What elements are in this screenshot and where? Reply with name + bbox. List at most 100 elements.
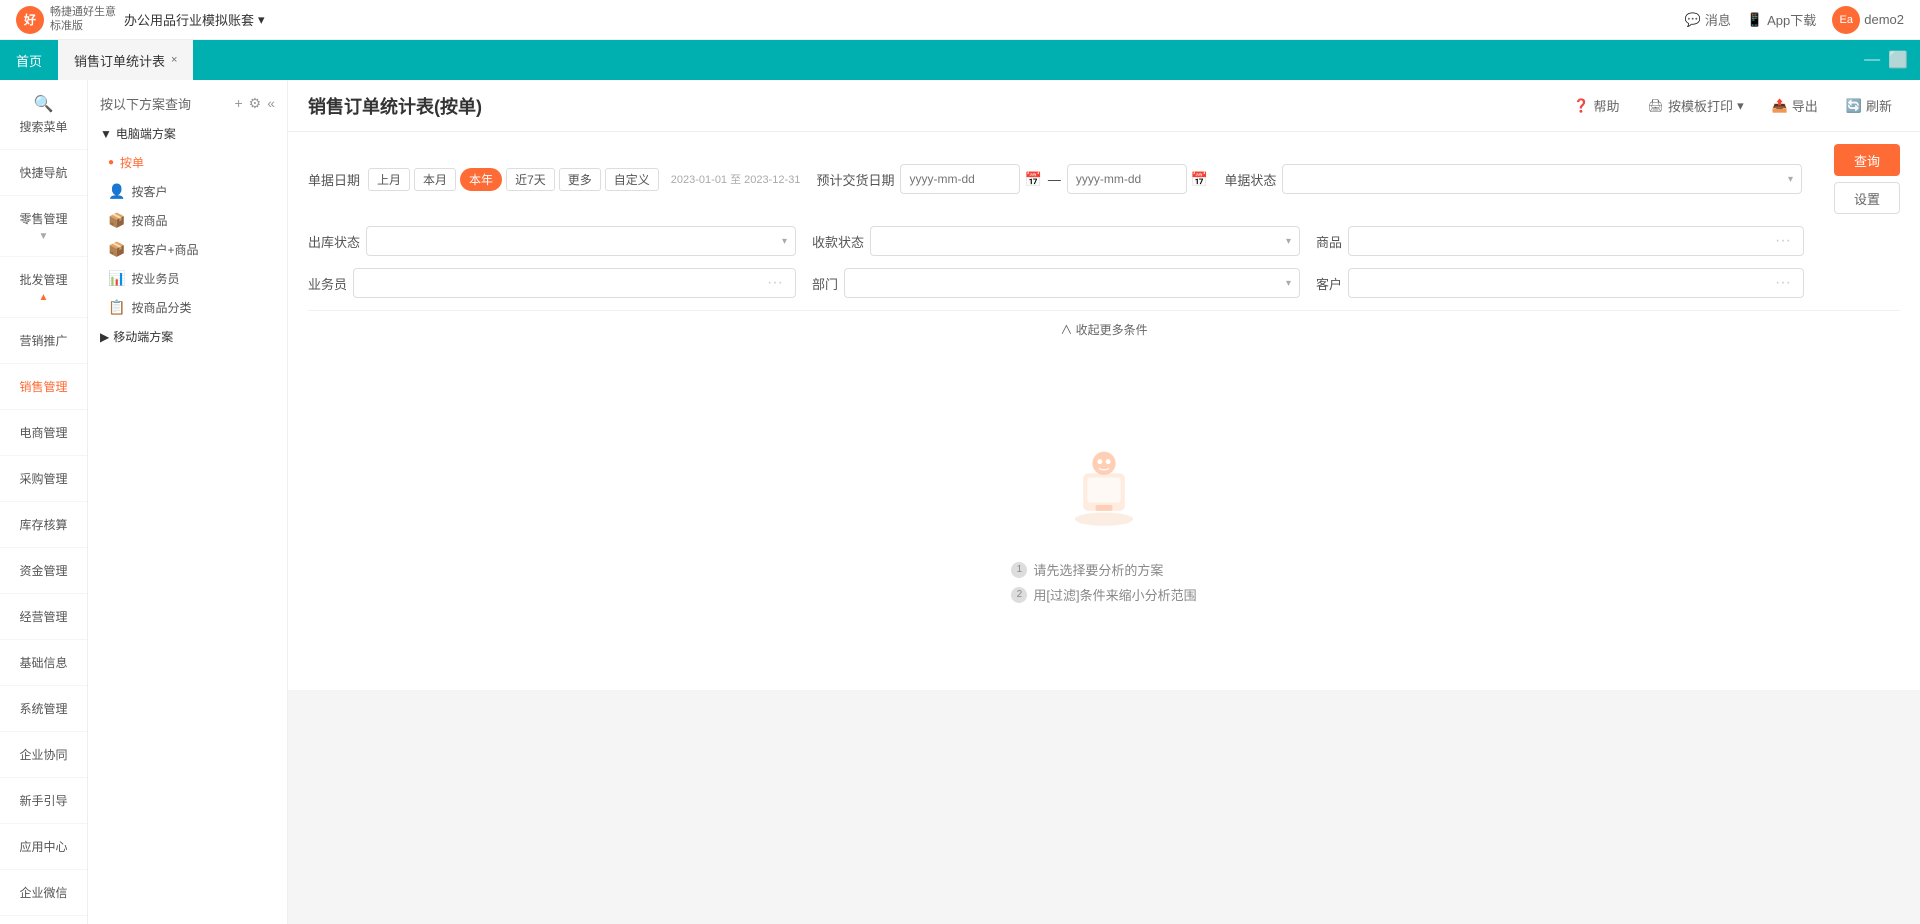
user-menu[interactable]: Ea demo2 xyxy=(1832,6,1904,34)
sidebar-item-purchase[interactable]: 采购管理 xyxy=(0,456,87,502)
filter-doc-date: 单据日期 上月 本月 本年 近7天 更多 自定义 2023-01-01 至 20… xyxy=(308,168,800,191)
scheme-active-dot: ● xyxy=(108,157,114,168)
logo-icon: 好 xyxy=(16,6,44,34)
sidebar-item-search[interactable]: 🔍 搜索菜单 xyxy=(0,80,87,150)
sidebar-item-finance[interactable]: 资金管理 xyxy=(0,548,87,594)
sidebar-item-system[interactable]: 系统管理 xyxy=(0,686,87,732)
settings-btn[interactable]: 设置 xyxy=(1834,182,1900,214)
period-more[interactable]: 更多 xyxy=(559,168,601,191)
department-arrow: ▾ xyxy=(1286,278,1291,289)
delivery-date-start-input[interactable] xyxy=(900,164,1020,194)
sidebar-item-enterprise[interactable]: 企业协同 xyxy=(0,732,87,778)
sidebar-item-newbie[interactable]: 新手引导 xyxy=(0,778,87,824)
goods-icon: 📦 xyxy=(108,212,125,229)
query-btn[interactable]: 查询 xyxy=(1834,144,1900,176)
tab-close-btn[interactable]: × xyxy=(171,54,177,66)
export-btn[interactable]: 📤 导出 xyxy=(1764,92,1826,119)
period-custom[interactable]: 自定义 xyxy=(605,168,659,191)
main-layout: 🔍 搜索菜单 快捷导航 零售管理 ▼ 批发管理 ▲ 营销推广 销售管理 电商管理… xyxy=(0,80,1920,924)
calendar-icon-2[interactable]: 📅 xyxy=(1191,171,1208,188)
add-scheme-btn[interactable]: + xyxy=(234,95,242,112)
maximize-btn[interactable]: ⬜ xyxy=(1888,50,1908,70)
scheme-item-by-salesperson[interactable]: 📊 按业务员 xyxy=(88,264,287,293)
scheme-group-mobile-arrow: ▶ xyxy=(100,330,109,344)
template-print-btn[interactable]: 🖨 按模板打印 ▾ xyxy=(1640,92,1752,119)
salesperson-icon: 📊 xyxy=(108,270,125,287)
filter-delivery-date: 预计交货日期 📅 — 📅 xyxy=(816,164,1208,194)
empty-hints: 1 请先选择要分析的方案 2 用[过滤]条件来缩小分析范围 xyxy=(1011,560,1196,610)
logo-area: 好 畅捷通好生意 标准版 xyxy=(16,6,116,34)
tab-home[interactable]: 首页 xyxy=(0,40,58,80)
scheme-item-by-goods[interactable]: 📦 按商品 xyxy=(88,206,287,235)
sidebar-item-vip[interactable]: 畅会员 xyxy=(0,916,87,924)
customer-icon: 👤 xyxy=(108,183,125,200)
department-select[interactable]: ▾ xyxy=(844,268,1300,298)
nav-tabs: 首页 销售订单统计表 × — ⬜ xyxy=(0,40,1920,80)
customer-select[interactable]: ··· xyxy=(1348,268,1804,298)
scheme-group-pc[interactable]: ▼ 电脑端方案 xyxy=(88,119,287,148)
payment-status-arrow: ▾ xyxy=(1286,236,1291,247)
message-icon: 💬 xyxy=(1685,12,1701,28)
delivery-date-start: 📅 xyxy=(900,164,1041,194)
sidebar-item-marketing[interactable]: 营销推广 xyxy=(0,318,87,364)
salesperson-select[interactable]: ··· xyxy=(353,268,796,298)
minimize-btn[interactable]: — xyxy=(1864,51,1880,69)
stock-status-select[interactable]: ▾ xyxy=(366,226,796,256)
customer-goods-icon: 📦 xyxy=(108,241,125,258)
customer-more-btn[interactable]: ··· xyxy=(1771,274,1795,292)
sidebar-item-ecommerce[interactable]: 电商管理 xyxy=(0,410,87,456)
collapse-panel-btn[interactable]: « xyxy=(267,95,275,112)
doc-status-select[interactable]: ▾ xyxy=(1282,164,1802,194)
filter-department: 部门 ▾ xyxy=(812,268,1300,298)
period-this-year[interactable]: 本年 xyxy=(460,168,502,191)
app-download-btn[interactable]: 📱 App下载 xyxy=(1747,10,1816,29)
sidebar-item-quicknav[interactable]: 快捷导航 xyxy=(0,150,87,196)
sidebar-item-basic[interactable]: 基础信息 xyxy=(0,640,87,686)
top-bar-left: 好 畅捷通好生意 标准版 办公用品行业模拟账套 ▾ xyxy=(16,6,265,34)
page-header: 销售订单统计表(按单) ❓ 帮助 🖨 按模板打印 ▾ 📤 导出 🔄 刷新 xyxy=(288,80,1920,132)
goods-more-btn[interactable]: ··· xyxy=(1771,232,1795,250)
sidebar-item-wechat[interactable]: 企业微信 xyxy=(0,870,87,916)
message-btn[interactable]: 💬 消息 xyxy=(1685,10,1731,29)
dropdown-icon: ▾ xyxy=(258,12,265,28)
scheme-item-by-customer[interactable]: 👤 按客户 xyxy=(88,177,287,206)
sidebar-item-apps[interactable]: 应用中心 xyxy=(0,824,87,870)
calendar-icon-1[interactable]: 📅 xyxy=(1024,171,1041,188)
stock-status-arrow: ▾ xyxy=(782,236,787,247)
category-icon: 📋 xyxy=(108,299,125,316)
goods-select[interactable]: ··· xyxy=(1348,226,1804,256)
page-actions: ❓ 帮助 🖨 按模板打印 ▾ 📤 导出 🔄 刷新 xyxy=(1565,92,1900,119)
chevron-up-icon: ▲ xyxy=(39,292,49,303)
period-last-month[interactable]: 上月 xyxy=(368,168,410,191)
scheme-settings-btn[interactable]: ⚙ xyxy=(249,95,262,112)
tab-sales-order-stats[interactable]: 销售订单统计表 × xyxy=(58,40,193,80)
filter-salesperson: 业务员 ··· xyxy=(308,268,796,298)
sidebar-item-operations[interactable]: 经营管理 xyxy=(0,594,87,640)
scheme-item-by-category[interactable]: 📋 按商品分类 xyxy=(88,293,287,322)
empty-state: 1 请先选择要分析的方案 2 用[过滤]条件来缩小分析范围 xyxy=(288,360,1920,690)
print-dropdown-icon: ▾ xyxy=(1737,98,1744,114)
scheme-group-mobile[interactable]: ▶ 移动端方案 xyxy=(88,322,287,351)
period-this-month[interactable]: 本月 xyxy=(414,168,456,191)
help-btn[interactable]: ❓ 帮助 xyxy=(1565,92,1627,119)
sidebar-item-inventory[interactable]: 库存核算 xyxy=(0,502,87,548)
scheme-item-by-customer-goods[interactable]: 📦 按客户+商品 xyxy=(88,235,287,264)
sidebar-item-sales[interactable]: 销售管理 xyxy=(0,364,87,410)
collapse-row[interactable]: ∧ 收起更多条件 xyxy=(308,310,1900,348)
empty-hint-2: 2 用[过滤]条件来缩小分析范围 xyxy=(1011,585,1196,604)
salesperson-more-btn[interactable]: ··· xyxy=(763,274,787,292)
filter-area: 单据日期 上月 本月 本年 近7天 更多 自定义 2023-01-01 至 20… xyxy=(288,132,1920,360)
refresh-btn[interactable]: 🔄 刷新 xyxy=(1838,92,1900,119)
payment-status-select[interactable]: ▾ xyxy=(870,226,1300,256)
period-7days[interactable]: 近7天 xyxy=(506,168,555,191)
app-selector[interactable]: 办公用品行业模拟账套 ▾ xyxy=(124,10,265,29)
search-icon: 🔍 xyxy=(34,94,54,114)
left-panel-header-icons: + ⚙ « xyxy=(234,95,275,112)
page-title: 销售订单统计表(按单) xyxy=(308,93,482,119)
delivery-date-end-input[interactable] xyxy=(1067,164,1187,194)
top-bar: 好 畅捷通好生意 标准版 办公用品行业模拟账套 ▾ 💬 消息 📱 App下载 E… xyxy=(0,0,1920,40)
sidebar-item-wholesale[interactable]: 批发管理 ▲ xyxy=(0,257,87,318)
filter-goods: 商品 ··· xyxy=(1316,226,1804,256)
sidebar-item-retail[interactable]: 零售管理 ▼ xyxy=(0,196,87,257)
scheme-item-by-order[interactable]: ● 按单 xyxy=(88,148,287,177)
